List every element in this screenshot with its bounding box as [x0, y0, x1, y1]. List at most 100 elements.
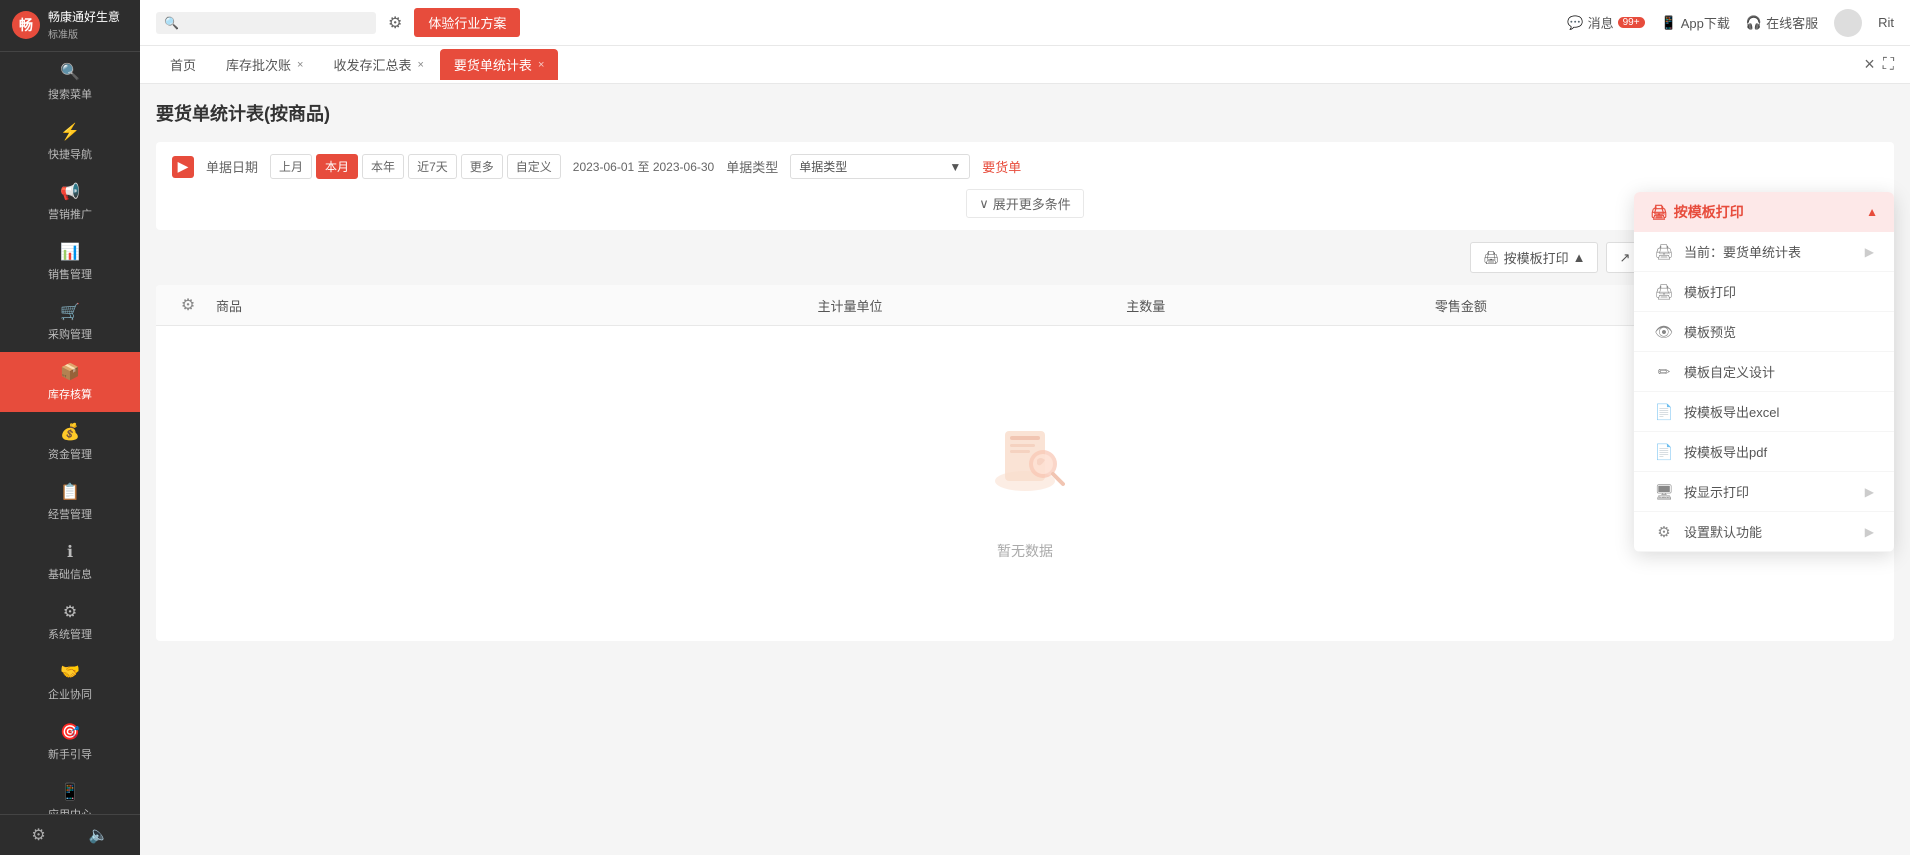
- print-btn[interactable]: 🖨 按模板打印 ▲: [1470, 242, 1598, 273]
- dropdown-title: 🖨 按模板打印: [1650, 202, 1744, 222]
- dropdown-template-custom-icon: ✏: [1654, 363, 1674, 381]
- tab-home[interactable]: 首页: [156, 49, 210, 80]
- search-input[interactable]: [183, 16, 333, 30]
- sidebar-nav: 🔍 搜索菜单 ⚡ 快捷导航 📢 营销推广 📊 销售管理 🛒 采购管理 📦 库存核…: [0, 52, 140, 814]
- sidebar-item-cooperation[interactable]: 🤝 企业协同: [0, 652, 140, 712]
- sidebar-logo: 畅 畅康通好生意 标准版: [0, 0, 140, 52]
- sidebar-item-search[interactable]: 🔍 搜索菜单: [0, 52, 140, 112]
- nav-label-quicknav: 快捷导航: [48, 146, 92, 162]
- dropdown-template-preview-icon: 👁: [1654, 323, 1674, 341]
- trial-btn[interactable]: 体验行业方案: [414, 8, 520, 37]
- export-icon: ↗: [1619, 250, 1630, 266]
- date-filter-label: 单据日期: [206, 157, 258, 176]
- date-btn-custom[interactable]: 自定义: [507, 154, 561, 179]
- date-btn-more[interactable]: 更多: [461, 154, 503, 179]
- settings-bottom-btn[interactable]: ⚙: [31, 825, 45, 845]
- dropdown-template-preview-item[interactable]: 👁 模板预览: [1634, 312, 1894, 352]
- select-chevron-icon: ▼: [949, 160, 961, 174]
- sidebar-item-quicknav[interactable]: ⚡ 快捷导航: [0, 112, 140, 172]
- tab-order-stats-close[interactable]: ×: [538, 59, 544, 71]
- close-panel-btn[interactable]: ×: [1864, 54, 1875, 75]
- dropdown-current-icon: 🖨: [1654, 243, 1674, 261]
- dropdown-default-func-item[interactable]: ⚙ 设置默认功能 ▶: [1634, 512, 1894, 552]
- table-col-unit: 主计量单位: [809, 296, 1118, 315]
- nav-icon-apps: 📱: [60, 782, 80, 802]
- messages-btn[interactable]: 💬 消息 99+: [1567, 13, 1644, 32]
- dropdown-template-pdf-icon: 📄: [1654, 443, 1674, 461]
- dropdown-display-print-arrow: ▶: [1865, 485, 1874, 499]
- sidebar-item-finance[interactable]: 💰 资金管理: [0, 412, 140, 472]
- empty-state-icon: [975, 406, 1075, 525]
- app-download-btn[interactable]: 📱 App下载: [1661, 13, 1730, 32]
- nav-icon-search: 🔍: [60, 62, 80, 82]
- app-icon: 📱: [1661, 15, 1677, 31]
- expand-panel-btn[interactable]: ⛶: [1883, 56, 1894, 74]
- dropdown-template-custom-item[interactable]: ✏ 模板自定义设计: [1634, 352, 1894, 392]
- tabs-bar: 首页 库存批次账 × 收发存汇总表 × 要货单统计表 × × ⛶: [140, 46, 1910, 84]
- tab-inventory-batch[interactable]: 库存批次账 ×: [212, 49, 317, 80]
- print-icon: 🖨: [1483, 250, 1500, 266]
- tab-collection-summary-label: 收发存汇总表: [333, 55, 411, 74]
- nav-icon-purchase: 🛒: [60, 302, 80, 322]
- tab-order-stats-label: 要货单统计表: [454, 55, 532, 74]
- date-btn-current-year[interactable]: 本年: [362, 154, 404, 179]
- nav-label-basic: 基础信息: [48, 566, 92, 582]
- dropdown-display-print-item[interactable]: 🖥 按显示打印 ▶: [1634, 472, 1894, 512]
- tab-collection-summary[interactable]: 收发存汇总表 ×: [319, 49, 437, 80]
- date-range-display: 2023-06-01 至 2023-06-30: [573, 158, 714, 175]
- nav-label-sales: 销售管理: [48, 266, 92, 282]
- date-btn-7days[interactable]: 近7天: [408, 154, 457, 179]
- sidebar-item-system[interactable]: ⚙ 系统管理: [0, 592, 140, 652]
- dropdown-template-pdf-item[interactable]: 📄 按模板导出pdf: [1634, 432, 1894, 472]
- empty-text: 暂无数据: [997, 541, 1053, 561]
- app-logo-text: 畅康通好生意 标准版: [48, 10, 120, 41]
- user-avatar[interactable]: [1834, 9, 1862, 37]
- tab-collection-summary-close[interactable]: ×: [417, 59, 423, 71]
- sidebar-item-inventory[interactable]: 📦 库存核算: [0, 352, 140, 412]
- dropdown-close-btn[interactable]: ▲: [1866, 203, 1878, 221]
- sidebar-item-guide[interactable]: 🎯 新手引导: [0, 712, 140, 772]
- search-icon: 🔍: [164, 16, 179, 30]
- user-name[interactable]: Rit: [1878, 15, 1894, 30]
- date-btn-prev-month[interactable]: 上月: [270, 154, 312, 179]
- dropdown-default-func-icon: ⚙: [1654, 523, 1674, 541]
- chevron-down-icon: ∨: [979, 196, 989, 212]
- tab-order-stats[interactable]: 要货单统计表 ×: [440, 49, 558, 80]
- sidebar-bottom: ⚙ 🔈: [0, 814, 140, 855]
- nav-icon-operation: 📋: [60, 482, 80, 502]
- sidebar-item-basic[interactable]: ℹ 基础信息: [0, 532, 140, 592]
- topbar-right: 💬 消息 99+ 📱 App下载 🎧 在线客服 Rit: [1567, 9, 1894, 37]
- nav-label-search: 搜索菜单: [48, 86, 92, 102]
- nav-label-operation: 经营管理: [48, 506, 92, 522]
- tab-inventory-batch-label: 库存批次账: [226, 55, 291, 74]
- sidebar-item-apps[interactable]: 📱 应用中心: [0, 772, 140, 814]
- dropdown-template-excel-icon: 📄: [1654, 403, 1674, 421]
- sidebar-item-operation[interactable]: 📋 经营管理: [0, 472, 140, 532]
- sidebar-item-marketing[interactable]: 📢 营销推广: [0, 172, 140, 232]
- dropdown-template-excel-item[interactable]: 📄 按模板导出excel: [1634, 392, 1894, 432]
- expand-more-btn[interactable]: ∨ 展开更多条件: [966, 189, 1084, 218]
- dropdown-current-item[interactable]: 🖨 当前：要货单统计表 ▶: [1634, 232, 1894, 272]
- topbar-gear-icon[interactable]: ⚙: [388, 13, 402, 33]
- tab-inventory-batch-close[interactable]: ×: [297, 59, 303, 71]
- table-column-settings-icon[interactable]: ⚙: [176, 293, 200, 317]
- speaker-bottom-btn[interactable]: 🔈: [89, 825, 109, 845]
- date-btn-current-month[interactable]: 本月: [316, 154, 358, 179]
- page-title: 要货单统计表(按商品): [156, 100, 1894, 126]
- service-icon: 🎧: [1746, 15, 1762, 31]
- dropdown-header: 🖨 按模板打印 ▲: [1634, 192, 1894, 232]
- print-header-icon: 🖨: [1650, 204, 1668, 221]
- sidebar-item-sales[interactable]: 📊 销售管理: [0, 232, 140, 292]
- type-select[interactable]: 单据类型 ▼: [790, 154, 970, 179]
- date-options: 上月 本月 本年 近7天 更多 自定义: [270, 154, 561, 179]
- tab-home-label: 首页: [170, 55, 196, 74]
- online-service-btn[interactable]: 🎧 在线客服: [1746, 13, 1818, 32]
- nav-label-apps: 应用中心: [48, 806, 92, 814]
- dropdown-template-print-item[interactable]: 🖨 模板打印: [1634, 272, 1894, 312]
- nav-icon-system: ⚙: [63, 602, 77, 622]
- nav-icon-sales: 📊: [60, 242, 80, 262]
- print-dropdown-menu: 🖨 按模板打印 ▲ 🖨 当前：要货单统计表 ▶ 🖨 模板打印 👁 模板预览: [1634, 192, 1894, 552]
- filter-expand-icon[interactable]: ▶: [172, 156, 194, 178]
- page-content: 要货单统计表(按商品) ▶ 单据日期 上月 本月 本年 近7天 更多 自定义 2…: [140, 84, 1910, 855]
- sidebar-item-purchase[interactable]: 🛒 采购管理: [0, 292, 140, 352]
